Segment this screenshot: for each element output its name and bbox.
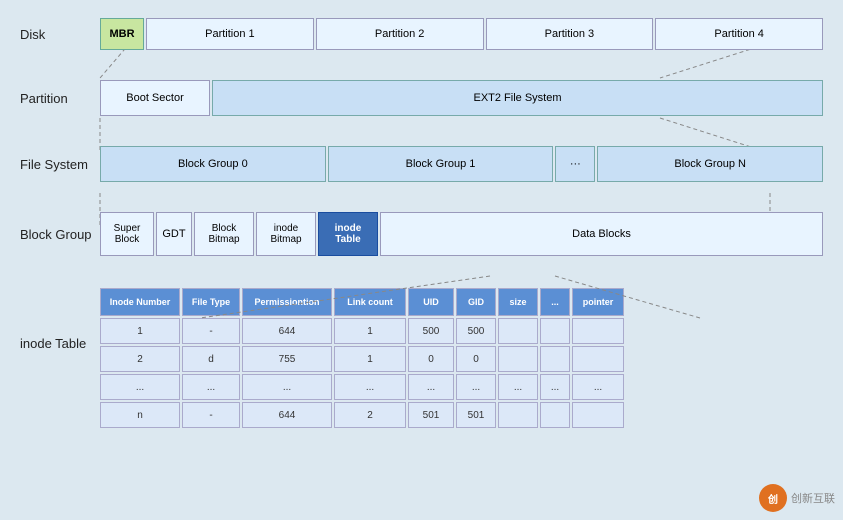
- cell-r1-filetype: -: [182, 318, 240, 344]
- header-gid: GID: [456, 288, 496, 316]
- header-link: Link count: [334, 288, 406, 316]
- cell-r4-inodenum: n: [100, 402, 180, 428]
- cell-r1-link: 1: [334, 318, 406, 344]
- cell-r4-link: 2: [334, 402, 406, 428]
- cell-r1-perm: 644: [242, 318, 332, 344]
- partition-row: Partition Boot Sector EXT2 File System: [20, 80, 823, 116]
- cell-r3-dots: ...: [540, 374, 570, 400]
- cell-r3-inodenum: ...: [100, 374, 180, 400]
- disk-boxes: MBR Partition 1 Partition 2 Partition 3 …: [100, 18, 823, 50]
- filesystem-boxes: Block Group 0 Block Group 1 ··· Block Gr…: [100, 146, 823, 182]
- blockgroup-boxes: SuperBlock GDT BlockBitmap inodeBitmap i…: [100, 212, 823, 256]
- blockgroup-label: Block Group: [20, 227, 100, 242]
- filesystem-label: File System: [20, 157, 100, 172]
- partition3-box: Partition 3: [486, 18, 654, 50]
- cell-r3-size: ...: [498, 374, 538, 400]
- blockgroupn-box: Block Group N: [597, 146, 823, 182]
- gdt-box: GDT: [156, 212, 192, 256]
- cell-r4-pointer: [572, 402, 624, 428]
- cell-r1-inodenum: 1: [100, 318, 180, 344]
- partition4-box: Partition 4: [655, 18, 823, 50]
- cell-r1-dots: [540, 318, 570, 344]
- partition-label: Partition: [20, 91, 100, 106]
- watermark-icon: 创: [759, 484, 787, 512]
- inode-data-row-1: 1 - 644 1 500 500: [100, 318, 823, 344]
- cell-r3-gid: ...: [456, 374, 496, 400]
- header-dots: ...: [540, 288, 570, 316]
- cell-r2-dots: [540, 346, 570, 372]
- cell-r2-perm: 755: [242, 346, 332, 372]
- connector-lines: .dashed { stroke: #888; stroke-width: 1;…: [0, 0, 843, 520]
- partition2-box: Partition 2: [316, 18, 484, 50]
- partition-boxes: Boot Sector EXT2 File System: [100, 80, 823, 116]
- cell-r4-dots: [540, 402, 570, 428]
- inode-data-row-4: n - 644 2 501 501: [100, 402, 823, 428]
- inode-header-row: Inode Number File Type Permissiontion Li…: [100, 288, 823, 316]
- cell-r1-uid: 500: [408, 318, 454, 344]
- header-perm: Permissiontion: [242, 288, 332, 316]
- cell-r4-perm: 644: [242, 402, 332, 428]
- cell-r2-gid: 0: [456, 346, 496, 372]
- boot-sector-box: Boot Sector: [100, 80, 210, 116]
- cell-r1-gid: 500: [456, 318, 496, 344]
- cell-r2-inodenum: 2: [100, 346, 180, 372]
- blockgroup-row: Block Group SuperBlock GDT BlockBitmap i…: [20, 212, 823, 256]
- inode-data-row-2: 2 d 755 1 0 0: [100, 346, 823, 372]
- inode-table-label: inode Table: [20, 288, 100, 351]
- blockgroup-dots-box: ···: [555, 146, 595, 182]
- header-inodenum: Inode Number: [100, 288, 180, 316]
- cell-r2-uid: 0: [408, 346, 454, 372]
- inode-data-row-3: ... ... ... ... ... ... ... ... ...: [100, 374, 823, 400]
- cell-r1-pointer: [572, 318, 624, 344]
- watermark-text: 创新互联: [791, 490, 835, 506]
- cell-r4-filetype: -: [182, 402, 240, 428]
- cell-r3-perm: ...: [242, 374, 332, 400]
- data-blocks-box: Data Blocks: [380, 212, 823, 256]
- cell-r4-gid: 501: [456, 402, 496, 428]
- filesystem-row: File System Block Group 0 Block Group 1 …: [20, 146, 823, 182]
- disk-label: Disk: [20, 27, 100, 42]
- cell-r2-link: 1: [334, 346, 406, 372]
- block-bitmap-box: BlockBitmap: [194, 212, 254, 256]
- cell-r3-uid: ...: [408, 374, 454, 400]
- cell-r3-pointer: ...: [572, 374, 624, 400]
- header-size: size: [498, 288, 538, 316]
- mbr-box: MBR: [100, 18, 144, 50]
- cell-r1-size: [498, 318, 538, 344]
- partition1-box: Partition 1: [146, 18, 314, 50]
- inode-table-box: inodeTable: [318, 212, 378, 256]
- blockgroup0-box: Block Group 0: [100, 146, 326, 182]
- header-uid: UID: [408, 288, 454, 316]
- ext2-box: EXT2 File System: [212, 80, 823, 116]
- cell-r4-uid: 501: [408, 402, 454, 428]
- cell-r2-filetype: d: [182, 346, 240, 372]
- cell-r3-link: ...: [334, 374, 406, 400]
- cell-r2-size: [498, 346, 538, 372]
- header-filetype: File Type: [182, 288, 240, 316]
- inode-table-grid: Inode Number File Type Permissiontion Li…: [100, 288, 823, 430]
- blockgroup1-box: Block Group 1: [328, 146, 554, 182]
- watermark: 创 创新互联: [759, 484, 835, 512]
- header-pointer: pointer: [572, 288, 624, 316]
- cell-r4-size: [498, 402, 538, 428]
- cell-r2-pointer: [572, 346, 624, 372]
- disk-row: Disk MBR Partition 1 Partition 2 Partiti…: [20, 18, 823, 50]
- inode-table-section: inode Table Inode Number File Type Permi…: [20, 288, 823, 430]
- cell-r3-filetype: ...: [182, 374, 240, 400]
- inode-bitmap-box: inodeBitmap: [256, 212, 316, 256]
- superblock-box: SuperBlock: [100, 212, 154, 256]
- diagram: .dashed { stroke: #888; stroke-width: 1;…: [0, 0, 843, 520]
